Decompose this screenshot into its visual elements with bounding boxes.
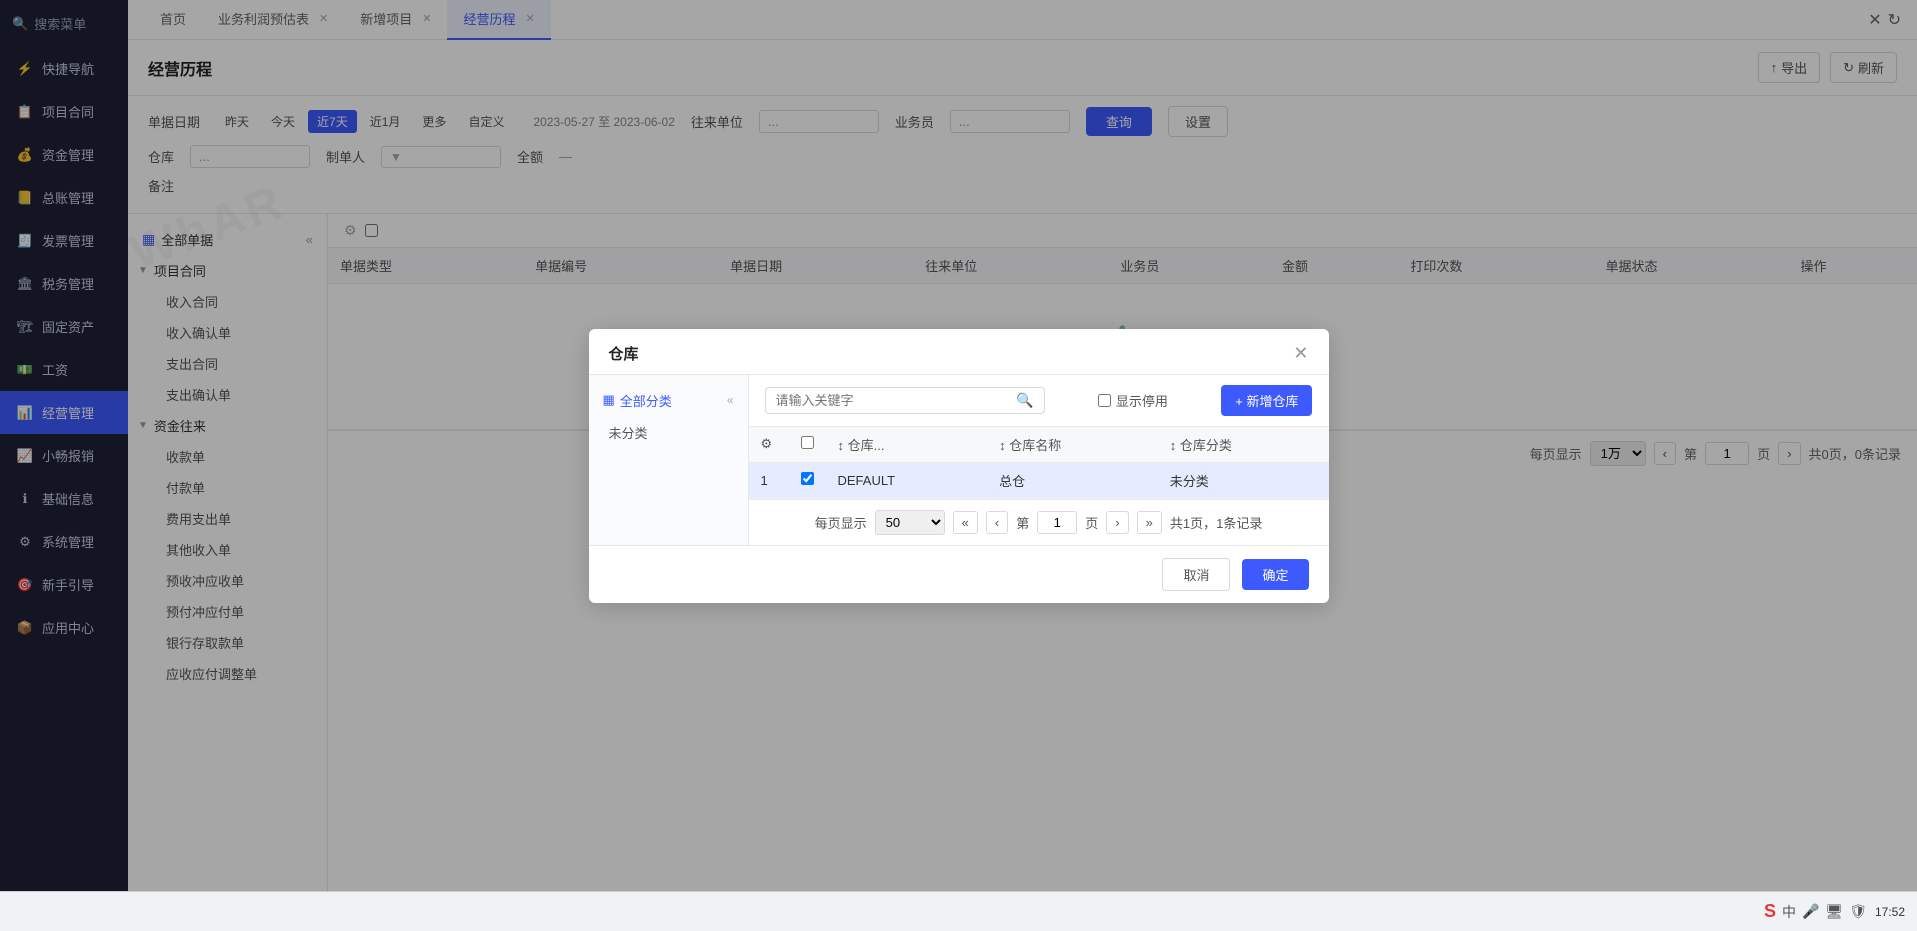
dialog-tree-all-inner: ▦ 全部分类 xyxy=(603,391,672,410)
dialog-next-page-btn[interactable]: › xyxy=(1106,511,1128,534)
dialog-tree-all[interactable]: ▦ 全部分类 « xyxy=(589,385,748,416)
taskbar: S 中 🎤 🖥 🛡 17:52 xyxy=(0,891,1917,931)
col-warehouse-category: ↕ 仓库分类 xyxy=(1158,427,1329,463)
taskbar-icon-zh: 中 xyxy=(1782,902,1796,922)
dialog-title: 仓库 xyxy=(609,343,639,364)
row-id-cell: 1 xyxy=(749,462,789,498)
dialog-table-row[interactable]: 1 DEFAULT 总仓 xyxy=(749,462,1329,498)
add-warehouse-button[interactable]: + 新增仓库 xyxy=(1221,385,1312,416)
taskbar-icon-s: S xyxy=(1764,901,1776,922)
search-icon-dialog: 🔍 xyxy=(1016,392,1033,409)
dialog-footer: 取消 确定 xyxy=(589,545,1329,603)
cancel-button[interactable]: 取消 xyxy=(1162,558,1230,591)
dialog-tree-item-uncategorized[interactable]: 未分类 xyxy=(589,416,748,449)
dialog-body: ▦ 全部分类 « 未分类 🔍 xyxy=(589,375,1329,545)
dialog-close-icon[interactable]: ✕ xyxy=(1293,343,1308,364)
row-name-cell: 总仓 xyxy=(987,462,1158,498)
dialog-overlay: 仓库 ✕ ▦ 全部分类 « 未分类 xyxy=(0,0,1917,931)
dialog-right: 🔍 显示停用 + 新增仓库 ⚙ xyxy=(749,375,1329,545)
warehouse-name-sort-icon: ↕ xyxy=(999,438,1006,453)
row-checkbox-cell xyxy=(789,462,826,498)
warehouse-cat-sort-icon: ↕ xyxy=(1170,438,1177,453)
warehouse-code-label: ↕ xyxy=(838,438,845,453)
taskbar-icon-screen: 🖥 xyxy=(1825,903,1843,920)
dialog-toolbar: 🔍 显示停用 + 新增仓库 xyxy=(749,375,1329,427)
dialog-per-page-label: 每页显示 xyxy=(815,513,867,532)
row-code-cell: DEFAULT xyxy=(826,462,988,498)
dialog-page-suffix: 页 xyxy=(1085,513,1098,532)
grid-icon-small: ▦ xyxy=(603,392,615,408)
col-checkbox xyxy=(789,427,826,463)
dialog-table-wrap: ⚙ ↕ 仓库... ↕ xyxy=(749,427,1329,499)
show-disabled-container: 显示停用 xyxy=(1098,391,1168,410)
show-disabled-label: 显示停用 xyxy=(1116,391,1168,410)
dialog-table: ⚙ ↕ 仓库... ↕ xyxy=(749,427,1329,499)
dialog-header: 仓库 ✕ xyxy=(589,329,1329,375)
dialog-tree-all-label: 全部分类 xyxy=(620,391,672,410)
warehouse-dialog: 仓库 ✕ ▦ 全部分类 « 未分类 xyxy=(589,329,1329,603)
taskbar-time: 17:52 xyxy=(1875,905,1905,919)
dialog-last-page-btn[interactable]: » xyxy=(1137,511,1162,534)
col-settings: ⚙ xyxy=(749,427,789,463)
dialog-search-input[interactable] xyxy=(776,393,1011,408)
dialog-total-label: 共1页，1条记录 xyxy=(1170,513,1262,532)
col-warehouse-name: ↕ 仓库名称 xyxy=(987,427,1158,463)
dialog-pagination: 每页显示 50 100 « ‹ 第 页 › » 共1页，1条记录 xyxy=(749,499,1329,545)
row-category-cell: 未分类 xyxy=(1158,462,1329,498)
row-checkbox[interactable] xyxy=(801,472,814,485)
dialog-per-page-select[interactable]: 50 100 xyxy=(875,510,945,535)
dialog-tree-collapse-icon[interactable]: « xyxy=(727,393,734,407)
dialog-page-input[interactable] xyxy=(1037,511,1077,534)
show-disabled-checkbox[interactable] xyxy=(1098,394,1111,407)
taskbar-icon-mic: 🎤 xyxy=(1802,903,1819,920)
col-settings-icon[interactable]: ⚙ xyxy=(761,436,773,451)
dialog-tree-uncategorized-label: 未分类 xyxy=(609,426,648,441)
col-warehouse-code: ↕ 仓库... xyxy=(826,427,988,463)
dialog-select-all-checkbox[interactable] xyxy=(801,436,814,449)
dialog-page-label: 第 xyxy=(1016,513,1029,532)
dialog-table-header: ⚙ ↕ 仓库... ↕ xyxy=(749,427,1329,463)
dialog-tree: ▦ 全部分类 « 未分类 xyxy=(589,375,749,545)
dialog-search-box: 🔍 xyxy=(765,387,1045,414)
dialog-prev-page-btn[interactable]: ‹ xyxy=(986,511,1008,534)
taskbar-icons: S 中 🎤 🖥 🛡 xyxy=(1764,901,1867,922)
dialog-first-page-btn[interactable]: « xyxy=(953,511,978,534)
taskbar-icon-protect: 🛡 xyxy=(1849,903,1867,920)
confirm-button[interactable]: 确定 xyxy=(1242,559,1308,590)
